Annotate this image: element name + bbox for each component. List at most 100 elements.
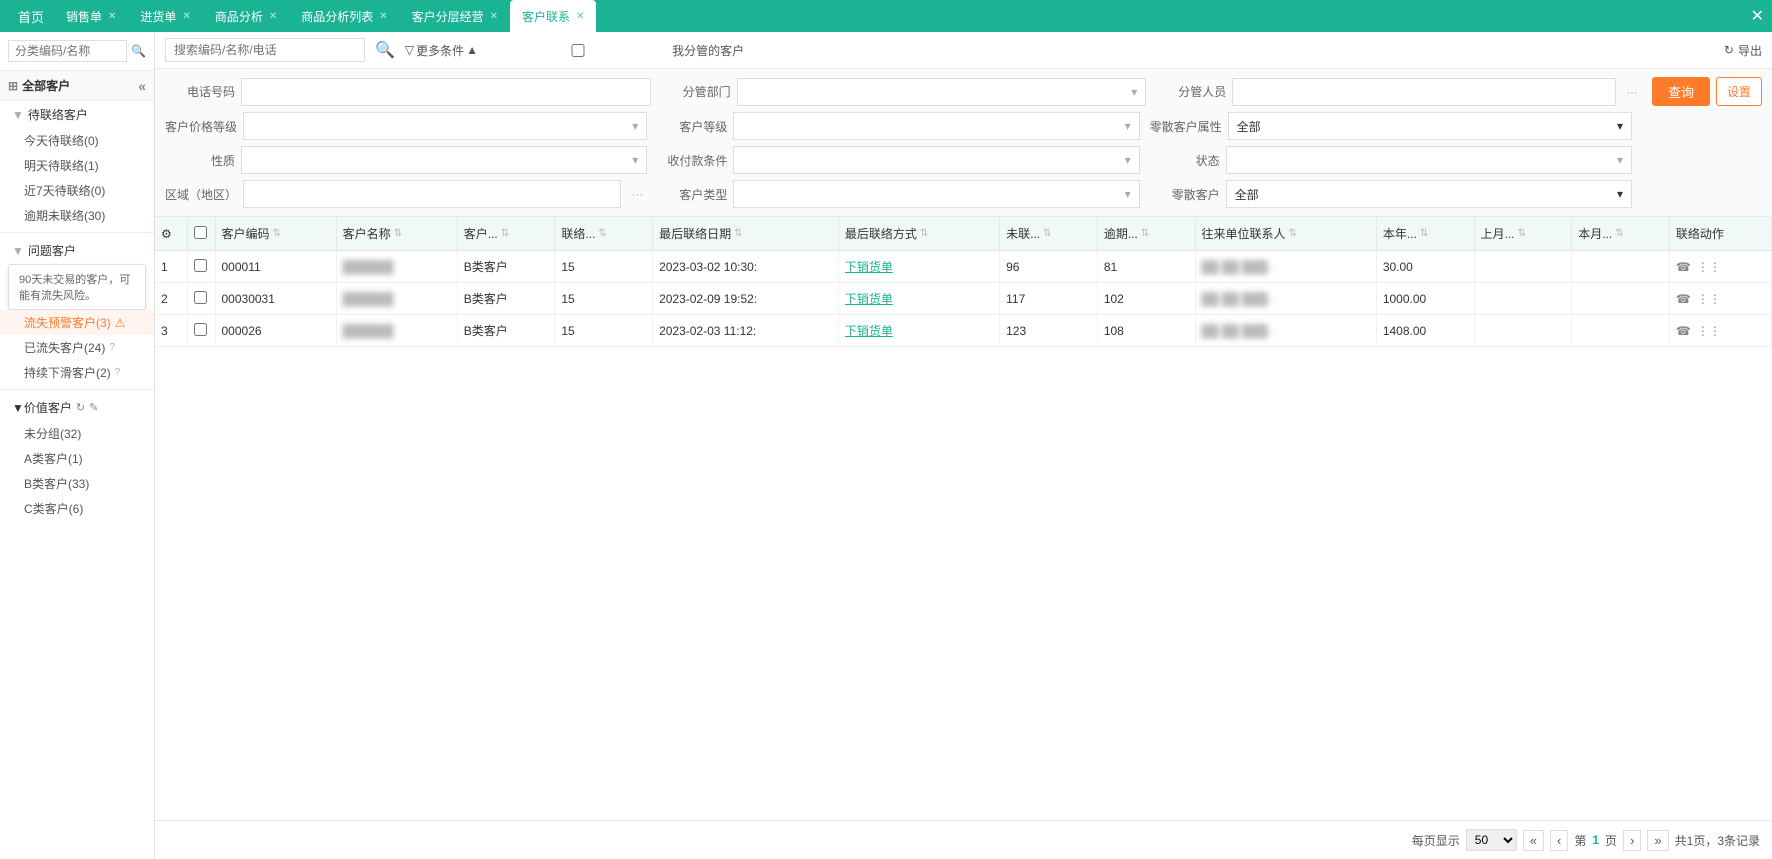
col-last-date[interactable]: 最后联络日期⇅ [653, 217, 839, 251]
sidebar-item-week-contact[interactable]: 近7天待联络(0) [0, 178, 154, 203]
cell-last-method-1[interactable]: 下销货单 [838, 283, 999, 315]
my-customer-checkbox[interactable] [488, 44, 668, 57]
action-phone-icon-1[interactable]: ☎ [1676, 292, 1691, 306]
settings-col-icon[interactable]: ⚙ [161, 227, 172, 241]
filter-price-level: 客户价格等级 ▾ [165, 112, 647, 140]
sidebar-item-class-b[interactable]: B类客户(33) [0, 471, 154, 496]
close-icon-sales[interactable]: ✕ [108, 11, 116, 22]
row-checkbox-0[interactable] [194, 259, 207, 272]
close-all-button[interactable]: ✕ [1751, 6, 1764, 26]
cell-check-0[interactable] [187, 251, 215, 283]
search-button[interactable]: 🔍 [375, 40, 395, 60]
nav-item-analysis-list[interactable]: 商品分析列表 ✕ [289, 0, 399, 32]
customer-type-select[interactable]: ▾ [733, 180, 1139, 208]
more-conditions-button[interactable]: ▽ 更多条件 ▲ [405, 42, 478, 59]
search-input[interactable] [165, 38, 365, 62]
export-button[interactable]: ↻ 导出 [1724, 42, 1762, 59]
phone-input[interactable] [241, 78, 651, 106]
col-year-amount[interactable]: 本年...⇅ [1376, 217, 1474, 251]
col-unlink-days[interactable]: 未联...⇅ [1000, 217, 1098, 251]
region-select[interactable] [243, 180, 621, 208]
cell-check-1[interactable] [187, 283, 215, 315]
price-level-select[interactable]: ▾ [243, 112, 647, 140]
nav-item-customer-contact[interactable]: 客户联系 ✕ [510, 0, 596, 32]
region-dots-button[interactable]: ··· [627, 185, 647, 203]
close-icon-analysis[interactable]: ✕ [269, 11, 277, 22]
cell-last-method-0[interactable]: 下销货单 [838, 251, 999, 283]
sidebar-item-tomorrow-contact[interactable]: 明天待联络(1) [0, 153, 154, 178]
sidebar-search-icon[interactable]: 🔍 [131, 44, 146, 58]
settings-button[interactable]: 设置 [1716, 77, 1762, 106]
col-this-month[interactable]: 本月...⇅ [1572, 217, 1670, 251]
col-code[interactable]: 客户编码⇅ [215, 217, 336, 251]
nav-home[interactable]: 首页 [8, 7, 54, 26]
dept-select[interactable]: ▾ [737, 78, 1147, 106]
last-page-button[interactable]: » [1647, 830, 1668, 851]
status-select[interactable]: ▾ [1226, 146, 1632, 174]
nav-item-analysis[interactable]: 商品分析 ✕ [203, 0, 289, 32]
person-dots-button[interactable]: ··· [1622, 83, 1642, 101]
close-icon-purchase[interactable]: ✕ [182, 11, 190, 22]
col-type[interactable]: 客户...⇅ [457, 217, 555, 251]
collapse-icon[interactable]: « [138, 78, 146, 94]
col-last-month[interactable]: 上月...⇅ [1474, 217, 1572, 251]
group-title-value[interactable]: ▼ 价值客户 ↻ ✎ [0, 394, 154, 421]
cell-actions-1[interactable]: ☎ ⋮⋮ [1669, 283, 1771, 315]
sidebar-item-class-c[interactable]: C类客户(6) [0, 496, 154, 521]
cell-this-month-2 [1572, 315, 1670, 347]
sidebar-item-declining[interactable]: 持续下滑客户(2) ? [0, 360, 154, 385]
edit-icon[interactable]: ✎ [89, 401, 98, 414]
row-checkbox-1[interactable] [194, 291, 207, 304]
per-page-select[interactable]: 50 100 200 [1466, 829, 1517, 851]
group-title-pending[interactable]: ▼ 待联络客户 [0, 101, 154, 128]
close-icon-customer-tier[interactable]: ✕ [490, 11, 498, 22]
nav-item-sales[interactable]: 销售单 ✕ [54, 0, 128, 32]
nav-item-customer-tier[interactable]: 客户分层经营 ✕ [400, 0, 510, 32]
cell-last-method-2[interactable]: 下销货单 [838, 315, 999, 347]
first-page-button[interactable]: « [1523, 830, 1544, 851]
select-all-checkbox[interactable] [194, 226, 207, 239]
cell-actions-0[interactable]: ☎ ⋮⋮ [1669, 251, 1771, 283]
sidebar-item-class-a[interactable]: A类客户(1) [0, 446, 154, 471]
cell-check-2[interactable] [187, 315, 215, 347]
nav-item-purchase[interactable]: 进货单 ✕ [128, 0, 202, 32]
retail-attr-select[interactable]: 全部 ▾ [1228, 112, 1632, 140]
my-customer-checkbox-label[interactable]: 我分管的客户 [488, 42, 744, 59]
sidebar-item-today-contact[interactable]: 今天待联络(0) [0, 128, 154, 153]
customer-type-arrow-icon: ▾ [1125, 187, 1131, 201]
sidebar-search-input[interactable] [8, 40, 127, 62]
action-more-icon-1[interactable]: ⋮⋮ [1697, 292, 1721, 306]
sidebar-item-churn-warning[interactable]: 流失预警客户(3) ⚠ [0, 310, 154, 335]
cell-actions-2[interactable]: ☎ ⋮⋮ [1669, 315, 1771, 347]
col-contact[interactable]: 联络...⇅ [555, 217, 653, 251]
person-select[interactable] [1232, 78, 1616, 106]
next-page-button[interactable]: › [1623, 830, 1641, 851]
col-overdue[interactable]: 逾期...⇅ [1097, 217, 1195, 251]
col-last-method[interactable]: 最后联络方式⇅ [838, 217, 999, 251]
close-icon-customer-contact[interactable]: ✕ [576, 11, 584, 22]
action-more-icon-0[interactable]: ⋮⋮ [1697, 260, 1721, 274]
sidebar-item-overdue-contact[interactable]: 逾期未联络(30) [0, 203, 154, 228]
sort-icon-last-date: ⇅ [734, 228, 742, 239]
action-more-icon-2[interactable]: ⋮⋮ [1697, 324, 1721, 338]
payment-select[interactable]: ▾ [733, 146, 1139, 174]
refresh-icon[interactable]: ↻ [76, 401, 85, 414]
prev-page-button[interactable]: ‹ [1550, 830, 1568, 851]
sidebar-all-customers[interactable]: ⊞ 全部客户 « [0, 71, 154, 101]
retail-customer-select[interactable]: 全部 ▾ [1226, 180, 1632, 208]
row-checkbox-2[interactable] [194, 323, 207, 336]
nature-select[interactable]: ▾ [241, 146, 647, 174]
sidebar-item-churned[interactable]: 已流失客户(24) ? [0, 335, 154, 360]
col-person[interactable]: 往来单位联系人⇅ [1195, 217, 1376, 251]
col-checkbox[interactable] [187, 217, 215, 251]
sidebar-item-unclassified[interactable]: 未分组(32) [0, 421, 154, 446]
cell-last-date-2: 2023-02-03 11:12: [653, 315, 839, 347]
query-button[interactable]: 查询 [1652, 77, 1710, 106]
customer-level-select[interactable]: ▾ [733, 112, 1139, 140]
action-phone-icon-0[interactable]: ☎ [1676, 260, 1691, 274]
col-name[interactable]: 客户名称⇅ [336, 217, 457, 251]
group-title-problem[interactable]: ▼ 问题客户 [0, 237, 154, 264]
close-icon-analysis-list[interactable]: ✕ [379, 11, 387, 22]
action-phone-icon-2[interactable]: ☎ [1676, 324, 1691, 338]
col-settings[interactable]: ⚙ [155, 217, 187, 251]
